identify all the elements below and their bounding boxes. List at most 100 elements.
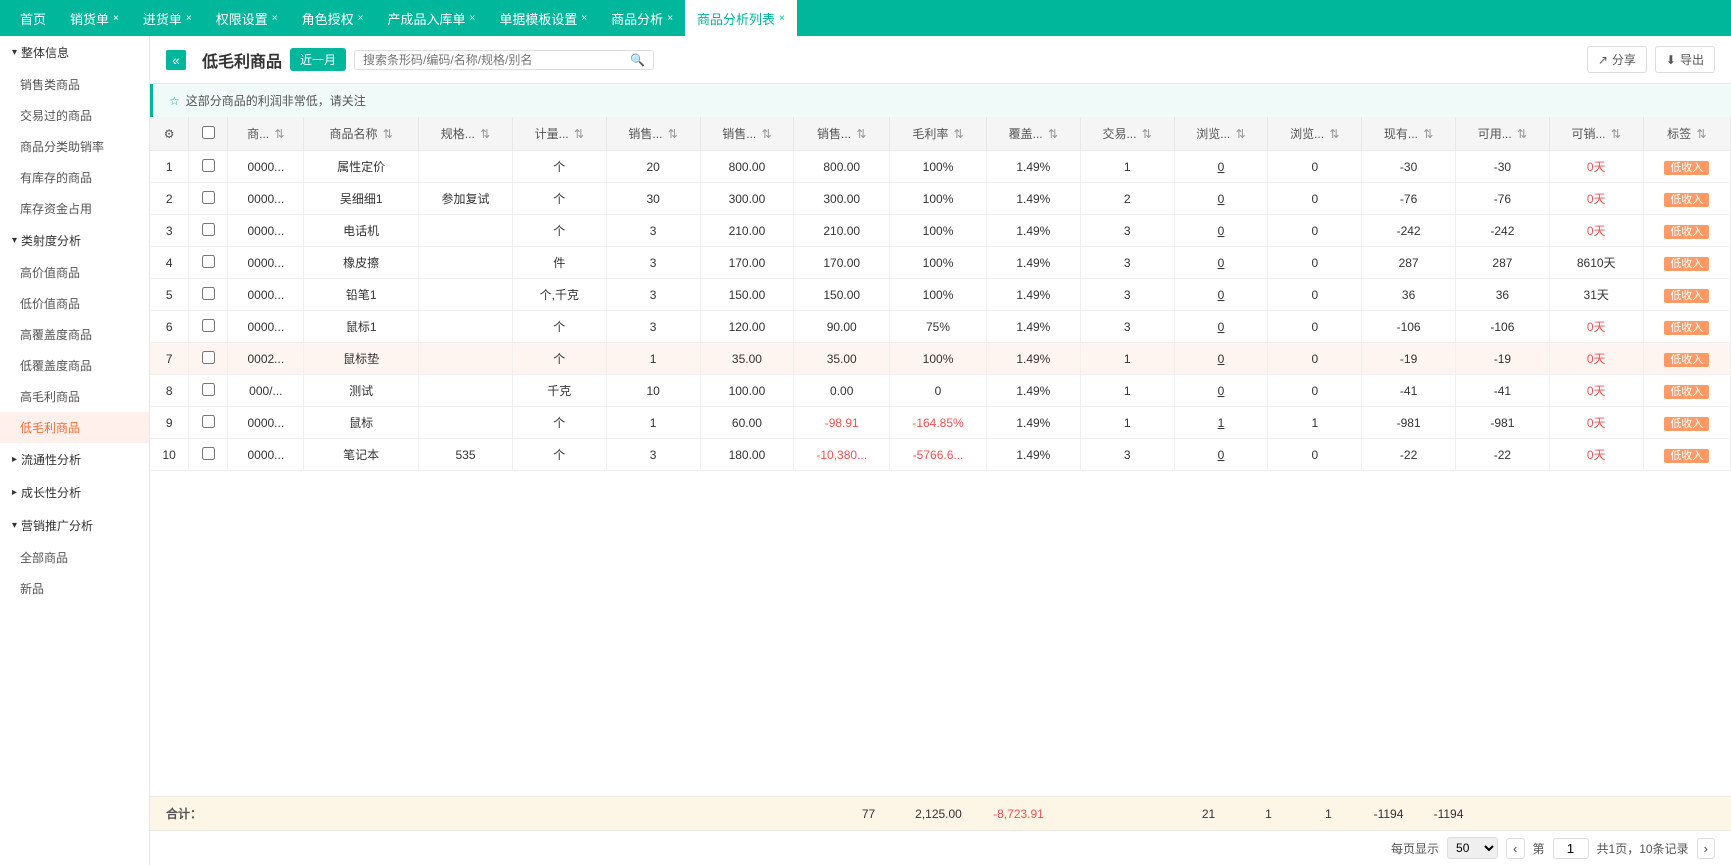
row-sales-amount: 300.00	[700, 183, 794, 215]
sidebar-group-circulation[interactable]: ▸ 流通性分析	[0, 443, 149, 476]
row-views1[interactable]: 0	[1174, 247, 1268, 279]
row-checkbox[interactable]	[189, 279, 228, 311]
col-settings[interactable]: ⚙	[150, 117, 189, 151]
row-views1[interactable]: 0	[1174, 311, 1268, 343]
row-views1[interactable]: 0	[1174, 375, 1268, 407]
sidebar-group-radar[interactable]: ▾ 类射度分析	[0, 224, 149, 257]
sidebar-item-high-margin[interactable]: 高毛利商品	[0, 381, 149, 412]
select-all-checkbox[interactable]	[202, 126, 215, 139]
row-transactions: 3	[1080, 439, 1174, 471]
share-button[interactable]: ↗ 分享	[1587, 46, 1647, 73]
row-checkbox[interactable]	[189, 215, 228, 247]
row-views1[interactable]: 0	[1174, 343, 1268, 375]
sidebar-item-low-value[interactable]: 低价值商品	[0, 288, 149, 319]
nav-close-analysis-list[interactable]: ×	[779, 13, 785, 24]
row-coverage: 1.49%	[986, 439, 1080, 471]
nav-home[interactable]: 首页	[8, 0, 58, 36]
row-views1[interactable]: 0	[1174, 279, 1268, 311]
page-number-input[interactable]	[1553, 838, 1589, 859]
chevron-right-icon: ▸	[12, 454, 17, 465]
row-checkbox[interactable]	[189, 183, 228, 215]
row-views1[interactable]: 0	[1174, 439, 1268, 471]
sidebar-item-stock-products[interactable]: 有库存的商品	[0, 162, 149, 193]
nav-product-warehouse[interactable]: 产成品入库单 ×	[375, 0, 487, 36]
row-views1[interactable]: 0	[1174, 151, 1268, 183]
col-sales-amount[interactable]: 销售... ⇅	[700, 117, 794, 151]
sidebar-group-marketing[interactable]: ▾ 营销推广分析	[0, 509, 149, 542]
nav-product-analysis-list[interactable]: 商品分析列表 ×	[685, 0, 797, 36]
row-gross-margin: -5766.6...	[890, 439, 987, 471]
total-pages-label: 共1页，10条记录	[1597, 840, 1689, 857]
col-sellable[interactable]: 可销... ⇅	[1549, 117, 1643, 151]
col-coverage[interactable]: 覆盖... ⇅	[986, 117, 1080, 151]
row-coverage: 1.49%	[986, 375, 1080, 407]
sidebar-item-new-products[interactable]: 新品	[0, 573, 149, 604]
row-current-stock: -76	[1362, 183, 1456, 215]
sidebar-item-low-coverage[interactable]: 低覆盖度商品	[0, 350, 149, 381]
nav-close-permission[interactable]: ×	[272, 13, 278, 24]
col-views2[interactable]: 浏览... ⇅	[1268, 117, 1362, 151]
collapse-sidebar-button[interactable]: «	[166, 50, 186, 70]
row-gross-margin: 100%	[890, 279, 987, 311]
nav-sales-order[interactable]: 销货单 ×	[58, 0, 131, 36]
sidebar-item-stock-capital[interactable]: 库存资金占用	[0, 193, 149, 224]
prev-page-button[interactable]: ‹	[1506, 838, 1524, 859]
row-checkbox[interactable]	[189, 439, 228, 471]
row-views1[interactable]: 1	[1174, 407, 1268, 439]
nav-close-warehouse[interactable]: ×	[469, 13, 475, 24]
sidebar-item-sales-products[interactable]: 销售类商品	[0, 69, 149, 100]
nav-permission-settings[interactable]: 权限设置 ×	[204, 0, 290, 36]
row-checkbox[interactable]	[189, 151, 228, 183]
sidebar-group-growth[interactable]: ▸ 成长性分析	[0, 476, 149, 509]
row-checkbox[interactable]	[189, 407, 228, 439]
export-button[interactable]: ⬇ 导出	[1655, 46, 1715, 73]
col-tag[interactable]: 标签 ⇅	[1643, 117, 1730, 151]
col-name[interactable]: 商品名称 ⇅	[304, 117, 419, 151]
search-icon[interactable]: 🔍	[630, 53, 645, 67]
col-available[interactable]: 可用... ⇅	[1456, 117, 1550, 151]
nav-purchase-order[interactable]: 进货单 ×	[131, 0, 204, 36]
row-code: 0000...	[228, 407, 304, 439]
row-views1[interactable]: 0	[1174, 183, 1268, 215]
nav-template-settings[interactable]: 单据模板设置 ×	[487, 0, 599, 36]
table-row: 6 0000... 鼠标1 个 3 120.00 90.00 75% 1.49%…	[150, 311, 1731, 343]
col-transactions[interactable]: 交易... ⇅	[1080, 117, 1174, 151]
sidebar-group-overall[interactable]: ▾ 整体信息	[0, 36, 149, 69]
col-sales-profit[interactable]: 销售... ⇅	[794, 117, 890, 151]
row-views1[interactable]: 0	[1174, 215, 1268, 247]
row-available: -76	[1456, 183, 1550, 215]
next-page-button[interactable]: ›	[1697, 838, 1715, 859]
sidebar-item-high-coverage[interactable]: 高覆盖度商品	[0, 319, 149, 350]
col-gross-margin[interactable]: 毛利率 ⇅	[890, 117, 987, 151]
nav-product-analysis[interactable]: 商品分析 ×	[599, 0, 685, 36]
nav-role-auth[interactable]: 角色授权 ×	[290, 0, 376, 36]
col-spec[interactable]: 规格... ⇅	[419, 117, 513, 151]
row-available: -981	[1456, 407, 1550, 439]
row-checkbox[interactable]	[189, 247, 228, 279]
nav-close-role[interactable]: ×	[358, 13, 364, 24]
search-input[interactable]	[363, 53, 630, 67]
sidebar-item-low-margin[interactable]: 低毛利商品	[0, 412, 149, 443]
col-sales-qty[interactable]: 销售... ⇅	[606, 117, 700, 151]
col-checkbox[interactable]	[189, 117, 228, 151]
col-unit[interactable]: 计量... ⇅	[512, 117, 606, 151]
sidebar-item-category-rate[interactable]: 商品分类助销率	[0, 131, 149, 162]
col-current-stock[interactable]: 现有... ⇅	[1362, 117, 1456, 151]
sidebar-item-traded-products[interactable]: 交易过的商品	[0, 100, 149, 131]
row-checkbox[interactable]	[189, 375, 228, 407]
per-page-select[interactable]: 50 100 200	[1447, 837, 1498, 859]
row-checkbox[interactable]	[189, 311, 228, 343]
row-checkbox[interactable]	[189, 343, 228, 375]
nav-close-template[interactable]: ×	[581, 13, 587, 24]
filter-recent-month-button[interactable]: 近一月	[290, 48, 346, 71]
nav-close-analysis[interactable]: ×	[667, 13, 673, 24]
row-sales-amount: 180.00	[700, 439, 794, 471]
nav-close-purchase[interactable]: ×	[186, 13, 192, 24]
sidebar-item-all-products[interactable]: 全部商品	[0, 542, 149, 573]
nav-close-sales[interactable]: ×	[113, 13, 119, 24]
sidebar-item-high-value[interactable]: 高价值商品	[0, 257, 149, 288]
row-views2: 0	[1268, 311, 1362, 343]
row-sales-qty: 30	[606, 183, 700, 215]
col-code[interactable]: 商... ⇅	[228, 117, 304, 151]
col-views1[interactable]: 浏览... ⇅	[1174, 117, 1268, 151]
